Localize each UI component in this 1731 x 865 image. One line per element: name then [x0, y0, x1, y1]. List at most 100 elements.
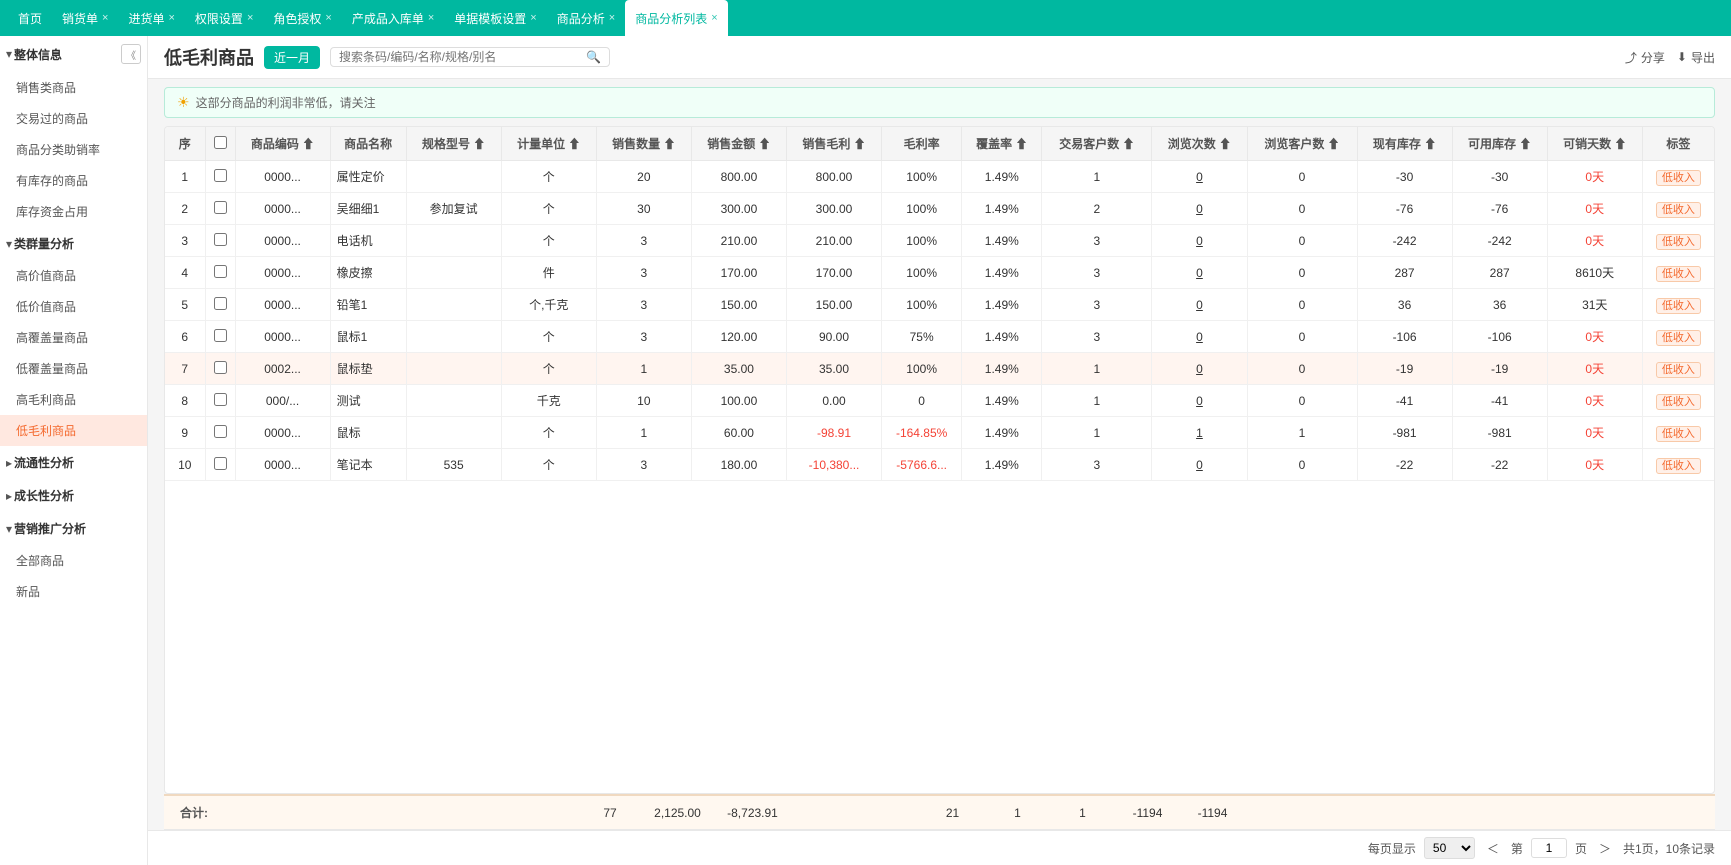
- nav-permissions[interactable]: 权限设置×: [185, 0, 263, 36]
- cell-unit: 个: [501, 353, 596, 385]
- cell-browse-count: 0: [1152, 289, 1247, 321]
- sidebar-item-low-coverage[interactable]: 低覆盖量商品: [0, 353, 147, 384]
- cell-seq: 7: [165, 353, 205, 385]
- prev-page-btn[interactable]: ＜: [1483, 838, 1503, 859]
- th-current-stock: 现有库存 ⬆: [1357, 127, 1452, 161]
- sidebar-group-marketing-analysis[interactable]: ▾ 营销推广分析: [0, 512, 147, 545]
- cell-check[interactable]: [205, 321, 235, 353]
- cell-sale-days: 0天: [1547, 225, 1642, 257]
- total-current-stock: -1194: [1115, 806, 1180, 820]
- table-row: 6 0000... 鼠标1 个 3 120.00 90.00 75% 1.49%…: [165, 321, 1714, 353]
- search-input[interactable]: [339, 50, 586, 64]
- cell-cover-rate: 1.49%: [962, 161, 1042, 193]
- cell-check[interactable]: [205, 193, 235, 225]
- cell-code: 0000...: [235, 257, 330, 289]
- sidebar-item-high-margin[interactable]: 高毛利商品: [0, 384, 147, 415]
- export-btn[interactable]: ⬇ 导出: [1677, 49, 1715, 66]
- page-input[interactable]: [1531, 838, 1567, 858]
- nav-product-inbound[interactable]: 产成品入库单×: [342, 0, 444, 36]
- sidebar-item-new-goods[interactable]: 新品: [0, 576, 147, 607]
- cell-name: 属性定价: [330, 161, 406, 193]
- cell-check[interactable]: [205, 257, 235, 289]
- share-btn[interactable]: ⤴ 分享: [1625, 49, 1665, 66]
- cell-check[interactable]: [205, 225, 235, 257]
- cell-gross-rate: 0: [882, 385, 962, 417]
- cell-qty: 30: [596, 193, 691, 225]
- cell-sale-days: 0天: [1547, 449, 1642, 481]
- cell-unit: 个: [501, 225, 596, 257]
- sidebar-item-high-value[interactable]: 高价值商品: [0, 260, 147, 291]
- filter-recent-month-btn[interactable]: 近一月: [264, 46, 320, 69]
- cell-sale-days: 0天: [1547, 353, 1642, 385]
- nav-purchase-order[interactable]: 进货单×: [118, 0, 184, 36]
- cell-browse-customers: 0: [1247, 385, 1357, 417]
- nav-product-analysis-list[interactable]: 商品分析列表×: [625, 0, 727, 36]
- cell-code: 000/...: [235, 385, 330, 417]
- cell-gross-profit: 800.00: [786, 161, 881, 193]
- sidebar-item-stock-capital[interactable]: 库存资金占用: [0, 196, 147, 227]
- cell-tags: 低收入: [1642, 385, 1714, 417]
- nav-sales-order[interactable]: 销货单×: [52, 0, 118, 36]
- cell-unit: 个: [501, 449, 596, 481]
- tag-badge: 低收入: [1656, 298, 1701, 314]
- cell-code: 0000...: [235, 225, 330, 257]
- sidebar-group-category-analysis[interactable]: ▾ 类群量分析: [0, 227, 147, 260]
- cell-browse-count: 0: [1152, 225, 1247, 257]
- cell-unit: 件: [501, 257, 596, 289]
- th-check[interactable]: [205, 127, 235, 161]
- cell-check[interactable]: [205, 289, 235, 321]
- cell-browse-count: 0: [1152, 321, 1247, 353]
- nav-product-analysis[interactable]: 商品分析×: [547, 0, 625, 36]
- content-area: 低毛利商品 近一月 🔍 ⤴ 分享 ⬇ 导出 ☀ 这部分商品的利润非常低，请关注: [148, 36, 1731, 865]
- cell-gross-rate: 100%: [882, 353, 962, 385]
- sidebar-item-all-goods[interactable]: 全部商品: [0, 545, 147, 576]
- sidebar-item-high-coverage[interactable]: 高覆盖量商品: [0, 322, 147, 353]
- cell-sale-days: 8610天: [1547, 257, 1642, 289]
- select-all-checkbox[interactable]: [214, 136, 227, 149]
- cell-check[interactable]: [205, 449, 235, 481]
- sidebar-item-low-value[interactable]: 低价值商品: [0, 291, 147, 322]
- cell-browse-customers: 0: [1247, 289, 1357, 321]
- sidebar-item-goods-category-rate[interactable]: 商品分类助销率: [0, 134, 147, 165]
- search-icon[interactable]: 🔍: [586, 50, 601, 64]
- cell-check[interactable]: [205, 161, 235, 193]
- total-trade-customers: 21: [920, 806, 985, 820]
- cell-gross-rate: 100%: [882, 257, 962, 289]
- nav-home[interactable]: 首页: [8, 0, 52, 36]
- cell-unit: 个: [501, 417, 596, 449]
- cell-qty: 20: [596, 161, 691, 193]
- tag-badge: 低收入: [1656, 234, 1701, 250]
- cell-seq: 2: [165, 193, 205, 225]
- cell-unit: 个,千克: [501, 289, 596, 321]
- total-avail-stock: -1194: [1180, 806, 1245, 820]
- cell-spec: [406, 289, 501, 321]
- cell-check[interactable]: [205, 385, 235, 417]
- cell-browse-customers: 0: [1247, 353, 1357, 385]
- sidebar-group-overall[interactable]: ▾ 整体信息 《: [0, 36, 147, 72]
- sidebar-group-growth-analysis[interactable]: ▸ 成长性分析: [0, 479, 147, 512]
- cell-spec: [406, 161, 501, 193]
- cell-current-stock: 36: [1357, 289, 1452, 321]
- cell-seq: 1: [165, 161, 205, 193]
- cell-trade-customers: 3: [1042, 225, 1152, 257]
- nav-template-settings[interactable]: 单据模板设置×: [444, 0, 546, 36]
- cell-trade-customers: 3: [1042, 321, 1152, 353]
- sidebar-collapse-btn[interactable]: 《: [121, 44, 141, 64]
- cell-name: 吴细细1: [330, 193, 406, 225]
- cell-sale-amount: 150.00: [691, 289, 786, 321]
- next-page-btn[interactable]: ＞: [1595, 838, 1615, 859]
- page-size-select[interactable]: 50 100 200: [1424, 837, 1475, 859]
- nav-role-auth[interactable]: 角色授权×: [263, 0, 341, 36]
- cell-check[interactable]: [205, 353, 235, 385]
- th-tags: 标签: [1642, 127, 1714, 161]
- sidebar-item-sales-goods[interactable]: 销售类商品: [0, 72, 147, 103]
- sidebar-item-low-margin[interactable]: 低毛利商品: [0, 415, 147, 446]
- cell-seq: 3: [165, 225, 205, 257]
- sidebar-item-traded-goods[interactable]: 交易过的商品: [0, 103, 147, 134]
- cell-check[interactable]: [205, 417, 235, 449]
- cell-trade-customers: 1: [1042, 161, 1152, 193]
- cell-spec: [406, 321, 501, 353]
- sidebar-group-flow-analysis[interactable]: ▸ 流通性分析: [0, 446, 147, 479]
- sidebar-item-instock-goods[interactable]: 有库存的商品: [0, 165, 147, 196]
- cell-avail-stock: -19: [1452, 353, 1547, 385]
